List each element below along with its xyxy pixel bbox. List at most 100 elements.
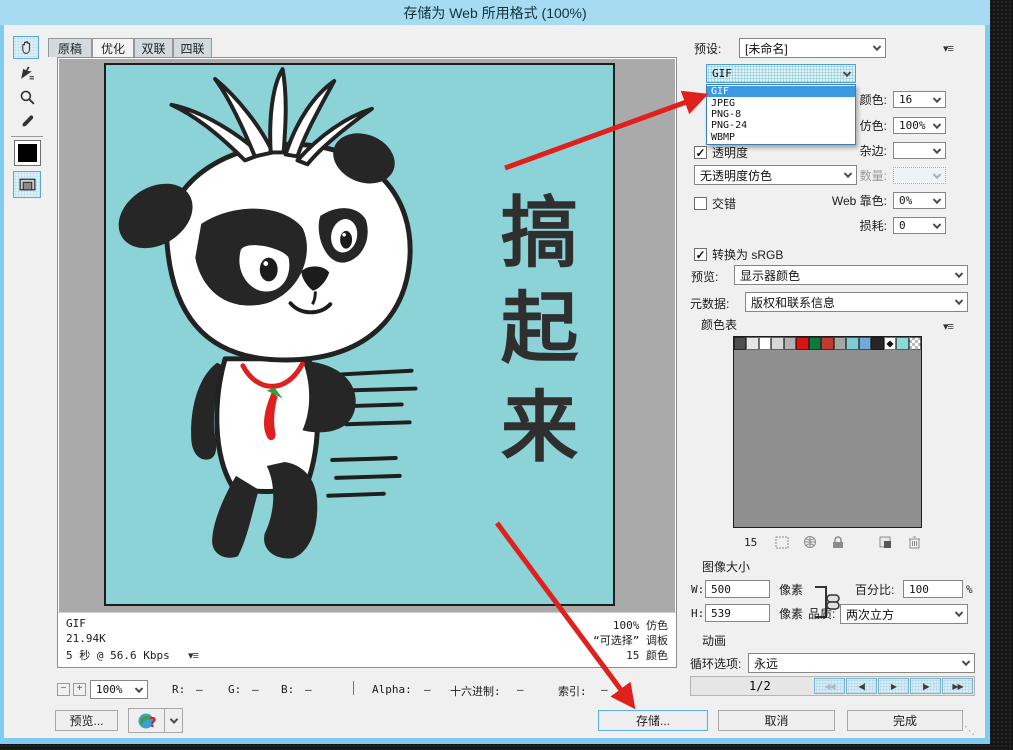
- lock-color-icon[interactable]: [829, 534, 846, 550]
- eyedropper-tool[interactable]: [14, 110, 40, 133]
- resize-grip[interactable]: ⋱: [964, 724, 975, 737]
- browser-select-button[interactable]: ?: [128, 708, 165, 733]
- color-swatch[interactable]: [821, 337, 833, 350]
- panda-artwork: 搞 起 来: [106, 65, 613, 604]
- metadata-value: 版权和联系信息: [751, 294, 835, 311]
- color-swatch[interactable]: [884, 337, 896, 350]
- transparency-checkbox[interactable]: ✓ 透明度: [694, 144, 748, 161]
- done-button[interactable]: 完成: [847, 710, 963, 731]
- color-swatch[interactable]: [771, 337, 783, 350]
- alpha-label: Alpha:: [372, 683, 412, 696]
- new-color-icon[interactable]: [877, 534, 894, 550]
- height-value: 539: [711, 607, 731, 620]
- web-shift-icon[interactable]: [801, 534, 818, 550]
- percent-label: 百分比:: [855, 583, 894, 597]
- matte-label: 杂边:: [849, 144, 887, 158]
- color-swatch[interactable]: [809, 337, 821, 350]
- hand-tool[interactable]: [13, 36, 39, 59]
- tab-2up[interactable]: 双联: [134, 38, 173, 57]
- preset-select[interactable]: [未命名]: [739, 38, 886, 58]
- dialog-title: 存储为 Web 所用格式 (100%): [403, 3, 586, 23]
- delete-color-icon[interactable]: [906, 534, 923, 550]
- dither-amount-field[interactable]: 100%: [893, 117, 946, 134]
- percent-input[interactable]: 100: [903, 580, 963, 598]
- color-swatch[interactable]: [746, 337, 758, 350]
- color-swatch[interactable]: [896, 337, 908, 350]
- current-color-black: [18, 144, 37, 162]
- web-snap-label: Web 靠色:: [818, 194, 887, 208]
- save-for-web-dialog: 存储为 Web 所用格式 (100%) 原稿 优化 双联 四联: [0, 0, 990, 744]
- quality-select[interactable]: 两次立方: [840, 604, 968, 624]
- save-button[interactable]: 存储...: [598, 710, 708, 731]
- loop-options-label: 循环选项:: [690, 657, 741, 671]
- color-swatch[interactable]: [859, 337, 871, 350]
- color-swatch[interactable]: [834, 337, 846, 350]
- color-swatch[interactable]: [759, 337, 771, 350]
- snap-to-web-palette-icon[interactable]: [773, 534, 790, 550]
- zoom-out-button[interactable]: −: [57, 683, 70, 696]
- tab-original[interactable]: 原稿: [48, 38, 92, 57]
- last-frame-button[interactable]: ▶▶: [942, 678, 973, 694]
- color-swatch[interactable]: [846, 337, 858, 350]
- slice-select-tool[interactable]: [14, 62, 40, 85]
- toggle-slices-visibility-button[interactable]: [13, 171, 41, 198]
- zoom-in-button[interactable]: +: [73, 683, 86, 696]
- color-swatch[interactable]: [734, 337, 746, 350]
- slices-icon: [18, 176, 37, 193]
- convert-srgb-checkbox[interactable]: ✓ 转换为 sRGB: [694, 246, 783, 263]
- chevron-down-icon: [844, 170, 852, 178]
- chevron-down-icon: [955, 270, 963, 278]
- preset-panel-menu-icon[interactable]: ▾≡: [943, 42, 953, 55]
- color-table-menu-icon[interactable]: ▾≡: [943, 320, 953, 333]
- format-value: GIF: [712, 67, 732, 80]
- playback-controls: ◀◀◀|▶|▶▶▶: [813, 678, 973, 694]
- web-snap-field[interactable]: 0%: [893, 192, 946, 209]
- quality-label: 品质:: [808, 607, 835, 621]
- tab-4up[interactable]: 四联: [173, 38, 212, 57]
- play-button[interactable]: ▶: [878, 678, 909, 694]
- interlaced-checkbox[interactable]: 交错: [694, 195, 736, 212]
- zoom-tool[interactable]: [14, 86, 40, 109]
- download-speed-menu-icon[interactable]: ▾≡: [188, 649, 198, 662]
- color-swatch[interactable]: [909, 337, 921, 350]
- height-input[interactable]: 539: [705, 604, 770, 622]
- colors-field[interactable]: 16: [893, 91, 946, 108]
- info-colors: 15 颜色: [626, 647, 668, 663]
- prev-frame-button[interactable]: ◀|: [846, 678, 877, 694]
- browser-select-arrow[interactable]: [164, 708, 183, 733]
- transparency-dither-select[interactable]: 无透明度仿色: [694, 165, 857, 185]
- color-swatch[interactable]: [796, 337, 808, 350]
- first-frame-button[interactable]: ◀◀: [814, 678, 845, 694]
- loop-options-select[interactable]: 永远: [748, 653, 975, 673]
- dialog-titlebar[interactable]: 存储为 Web 所用格式 (100%): [0, 0, 990, 25]
- status-divider: [353, 681, 354, 695]
- transparency-label: 透明度: [712, 144, 748, 161]
- metadata-select[interactable]: 版权和联系信息: [745, 292, 968, 312]
- info-download-time: 5 秒 @ 56.6 Kbps: [66, 647, 170, 663]
- next-frame-button[interactable]: |▶: [910, 678, 941, 694]
- cancel-button[interactable]: 取消: [718, 710, 835, 731]
- format-option-jpeg[interactable]: JPEG: [707, 97, 855, 108]
- preview-in-browser-button[interactable]: 预览...: [55, 710, 118, 731]
- color-swatch[interactable]: [871, 337, 883, 350]
- checkbox-checked-icon: ✓: [694, 146, 707, 159]
- color-swatch[interactable]: [784, 337, 796, 350]
- format-select[interactable]: GIF: [706, 64, 856, 83]
- format-option-png-8[interactable]: PNG-8: [707, 109, 855, 120]
- tab-optimized[interactable]: 优化: [92, 38, 134, 57]
- format-option-wbmp[interactable]: WBMP: [707, 132, 855, 143]
- zoom-level-select[interactable]: 100%: [90, 680, 148, 699]
- hex-label: 十六进制:: [450, 683, 501, 699]
- loop-options-value: 永远: [754, 655, 778, 672]
- optimized-image-canvas[interactable]: 搞 起 来: [104, 63, 615, 606]
- eyedropper-color-swatch[interactable]: [14, 140, 41, 166]
- lossy-field[interactable]: 0: [893, 217, 946, 234]
- format-option-png-24[interactable]: PNG-24: [707, 120, 855, 131]
- matte-field[interactable]: [893, 142, 946, 159]
- frame-counter: 1/2: [749, 679, 771, 693]
- height-label: H:: [691, 607, 704, 620]
- preview-mode-select[interactable]: 显示器颜色: [734, 265, 968, 285]
- width-input[interactable]: 500: [705, 580, 770, 598]
- color-table-label: 颜色表: [701, 318, 737, 332]
- format-option-gif[interactable]: GIF: [707, 86, 855, 97]
